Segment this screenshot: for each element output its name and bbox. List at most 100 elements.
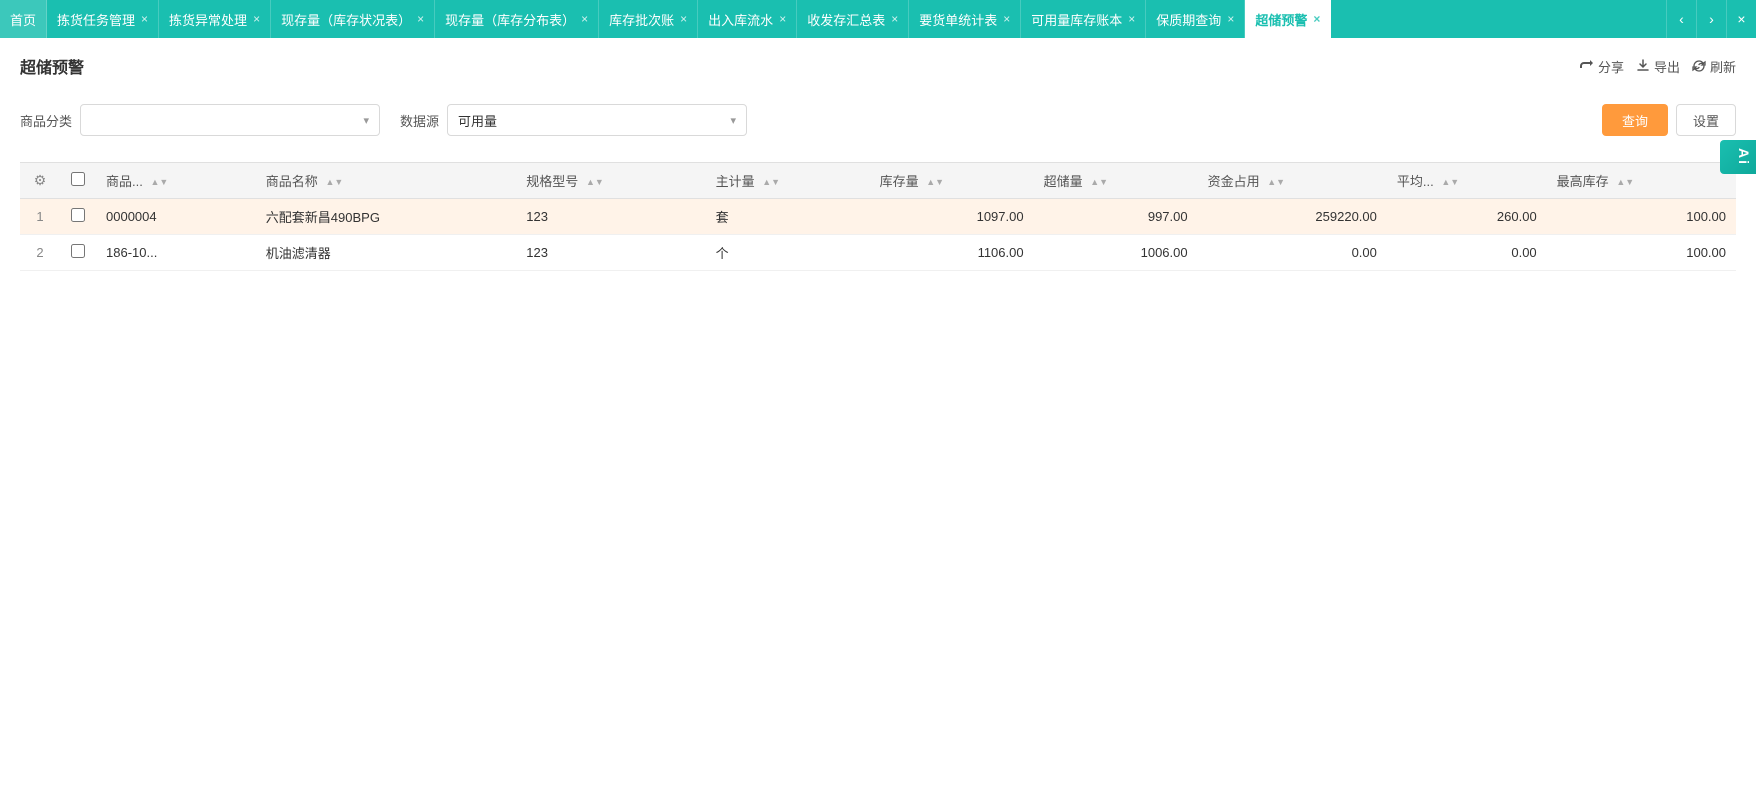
- query-button[interactable]: 查询: [1602, 104, 1668, 136]
- sort-icon-unit[interactable]: ▲▼: [762, 178, 780, 187]
- cell-product-code-1: 186-10...: [96, 235, 256, 271]
- cell-spec-1: 123: [516, 235, 705, 271]
- cell-product-name-0: 六配套新昌490BPG: [256, 199, 517, 235]
- col-max-stock-header: 最高库存 ▲▼: [1547, 163, 1736, 199]
- cell-overstock-1: 1006.00: [1034, 235, 1198, 271]
- col-product-code-header: 商品... ▲▼: [96, 163, 256, 199]
- nav-next-arrow[interactable]: ›: [1696, 0, 1726, 38]
- refresh-button[interactable]: 刷新: [1692, 57, 1736, 76]
- sort-icon-spec[interactable]: ▲▼: [586, 178, 604, 187]
- category-select[interactable]: ▾: [80, 104, 380, 136]
- cell-unit-0: 套: [706, 199, 870, 235]
- cell-checkbox-1: [60, 235, 96, 271]
- cell-overstock-0: 997.00: [1034, 199, 1198, 235]
- col-overstock-header: 超储量 ▲▼: [1034, 163, 1198, 199]
- table-row: 2186-10...机油滤清器123个1106.001006.000.000.0…: [20, 235, 1736, 271]
- row-checkbox-1[interactable]: [71, 244, 85, 258]
- col-gear: ⚙: [20, 163, 60, 199]
- cell-avg-1: 0.00: [1387, 235, 1547, 271]
- category-chevron-icon: ▾: [363, 114, 369, 127]
- sort-icon-avg[interactable]: ▲▼: [1441, 178, 1459, 187]
- settings-button[interactable]: 设置: [1676, 104, 1736, 136]
- sort-icon-product-code[interactable]: ▲▼: [150, 178, 168, 187]
- page-content: 超储预警 分享 导出 刷新: [0, 38, 1756, 287]
- table-body: 1 0000004六配套新昌490BPG123套1097.00997.002592…: [20, 199, 1736, 271]
- sort-icon-capital[interactable]: ▲▼: [1267, 178, 1285, 187]
- nav-close-icon[interactable]: ×: [1003, 12, 1010, 26]
- table-header-row: ⚙ 商品... ▲▼ 商品名称 ▲▼ 规格型号 ▲▼ 主计: [20, 163, 1736, 199]
- datasource-select[interactable]: 可用量 ▾: [447, 104, 747, 136]
- export-icon: [1636, 59, 1650, 73]
- cell-max-stock-1: 100.00: [1547, 235, 1736, 271]
- col-stock-header: 库存量 ▲▼: [870, 163, 1034, 199]
- cell-checkbox-0: [60, 199, 96, 235]
- col-capital-header: 资金占用 ▲▼: [1198, 163, 1387, 199]
- gear-icon[interactable]: ⚙: [34, 172, 47, 188]
- cell-product-code-0: 0000004: [96, 199, 256, 235]
- top-navigation: 首页拣货任务管理×拣货异常处理×现存量（库存状况表）×现存量（库存分布表）×库存…: [0, 0, 1756, 38]
- nav-item-现存量-库存状况表-[interactable]: 现存量（库存状况表）×: [271, 0, 435, 38]
- table-header: ⚙ 商品... ▲▼ 商品名称 ▲▼ 规格型号 ▲▼ 主计: [20, 163, 1736, 199]
- col-spec-header: 规格型号 ▲▼: [516, 163, 705, 199]
- nav-close-icon[interactable]: ×: [417, 12, 424, 26]
- cell-capital-0: 259220.00: [1198, 199, 1387, 235]
- nav-item-首页[interactable]: 首页: [0, 0, 47, 38]
- page-header: 超储预警 分享 导出 刷新: [20, 54, 1736, 78]
- select-all-checkbox[interactable]: [71, 172, 85, 186]
- cell-spec-0: 123: [516, 199, 705, 235]
- nav-close-icon[interactable]: ×: [1128, 12, 1135, 26]
- cell-index-0: 1: [20, 199, 60, 235]
- cell-avg-0: 260.00: [1387, 199, 1547, 235]
- sort-icon-overstock[interactable]: ▲▼: [1090, 178, 1108, 187]
- cell-product-name-1: 机油滤清器: [256, 235, 517, 271]
- cell-stock-1: 1106.00: [870, 235, 1034, 271]
- sort-icon-max-stock[interactable]: ▲▼: [1616, 178, 1634, 187]
- nav-close-icon[interactable]: ×: [680, 12, 687, 26]
- refresh-icon: [1692, 59, 1706, 73]
- nav-close-icon[interactable]: ×: [581, 12, 588, 26]
- nav-item-超储预警[interactable]: 超储预警×: [1245, 0, 1331, 38]
- nav-close-icon[interactable]: ×: [891, 12, 898, 26]
- nav-close-icon[interactable]: ×: [1313, 12, 1320, 26]
- nav-item-拣货任务管理[interactable]: 拣货任务管理×: [47, 0, 159, 38]
- export-button[interactable]: 导出: [1636, 57, 1680, 76]
- cell-stock-0: 1097.00: [870, 199, 1034, 235]
- nav-item-可用量库存账本[interactable]: 可用量库存账本×: [1021, 0, 1146, 38]
- row-checkbox-0[interactable]: [71, 208, 85, 222]
- col-unit-header: 主计量 ▲▼: [706, 163, 870, 199]
- nav-item-保质期查询[interactable]: 保质期查询×: [1146, 0, 1245, 38]
- datasource-filter: 数据源 可用量 ▾: [400, 104, 747, 136]
- data-table: ⚙ 商品... ▲▼ 商品名称 ▲▼ 规格型号 ▲▼ 主计: [20, 162, 1736, 271]
- nav-close-icon[interactable]: ×: [253, 12, 260, 26]
- filter-buttons: 查询 设置: [1602, 104, 1736, 136]
- share-icon: [1580, 59, 1594, 73]
- nav-item-收发存汇总表[interactable]: 收发存汇总表×: [797, 0, 909, 38]
- datasource-label: 数据源: [400, 111, 439, 130]
- page-title: 超储预警: [20, 54, 84, 78]
- col-checkbox-header: [60, 163, 96, 199]
- nav-item-拣货异常处理[interactable]: 拣货异常处理×: [159, 0, 271, 38]
- col-product-name-header: 商品名称 ▲▼: [256, 163, 517, 199]
- nav-item-现存量-库存分布表-[interactable]: 现存量（库存分布表）×: [435, 0, 599, 38]
- nav-prev-arrow[interactable]: ‹: [1666, 0, 1696, 38]
- category-label: 商品分类: [20, 111, 72, 130]
- nav-close-icon[interactable]: ×: [141, 12, 148, 26]
- share-button[interactable]: 分享: [1580, 57, 1624, 76]
- table-row: 1 0000004六配套新昌490BPG123套1097.00997.002592…: [20, 199, 1736, 235]
- filter-bar: 商品分类 ▾ 数据源 可用量 ▾ 查询 设置: [20, 94, 1736, 146]
- datasource-chevron-icon: ▾: [731, 114, 737, 127]
- cell-index-1: 2: [20, 235, 60, 271]
- ai-badge[interactable]: Ai: [1720, 140, 1756, 174]
- nav-close-arrow[interactable]: ×: [1726, 0, 1756, 38]
- sort-icon-product-name[interactable]: ▲▼: [325, 178, 343, 187]
- nav-arrows: ‹ › ×: [1666, 0, 1756, 38]
- header-actions: 分享 导出 刷新: [1580, 57, 1736, 76]
- nav-close-icon[interactable]: ×: [1227, 12, 1234, 26]
- sort-icon-stock[interactable]: ▲▼: [926, 178, 944, 187]
- nav-close-icon[interactable]: ×: [779, 12, 786, 26]
- cell-unit-1: 个: [706, 235, 870, 271]
- cell-max-stock-0: 100.00: [1547, 199, 1736, 235]
- nav-item-出入库流水[interactable]: 出入库流水×: [698, 0, 797, 38]
- nav-item-库存批次账[interactable]: 库存批次账×: [599, 0, 698, 38]
- nav-item-要货单统计表[interactable]: 要货单统计表×: [909, 0, 1021, 38]
